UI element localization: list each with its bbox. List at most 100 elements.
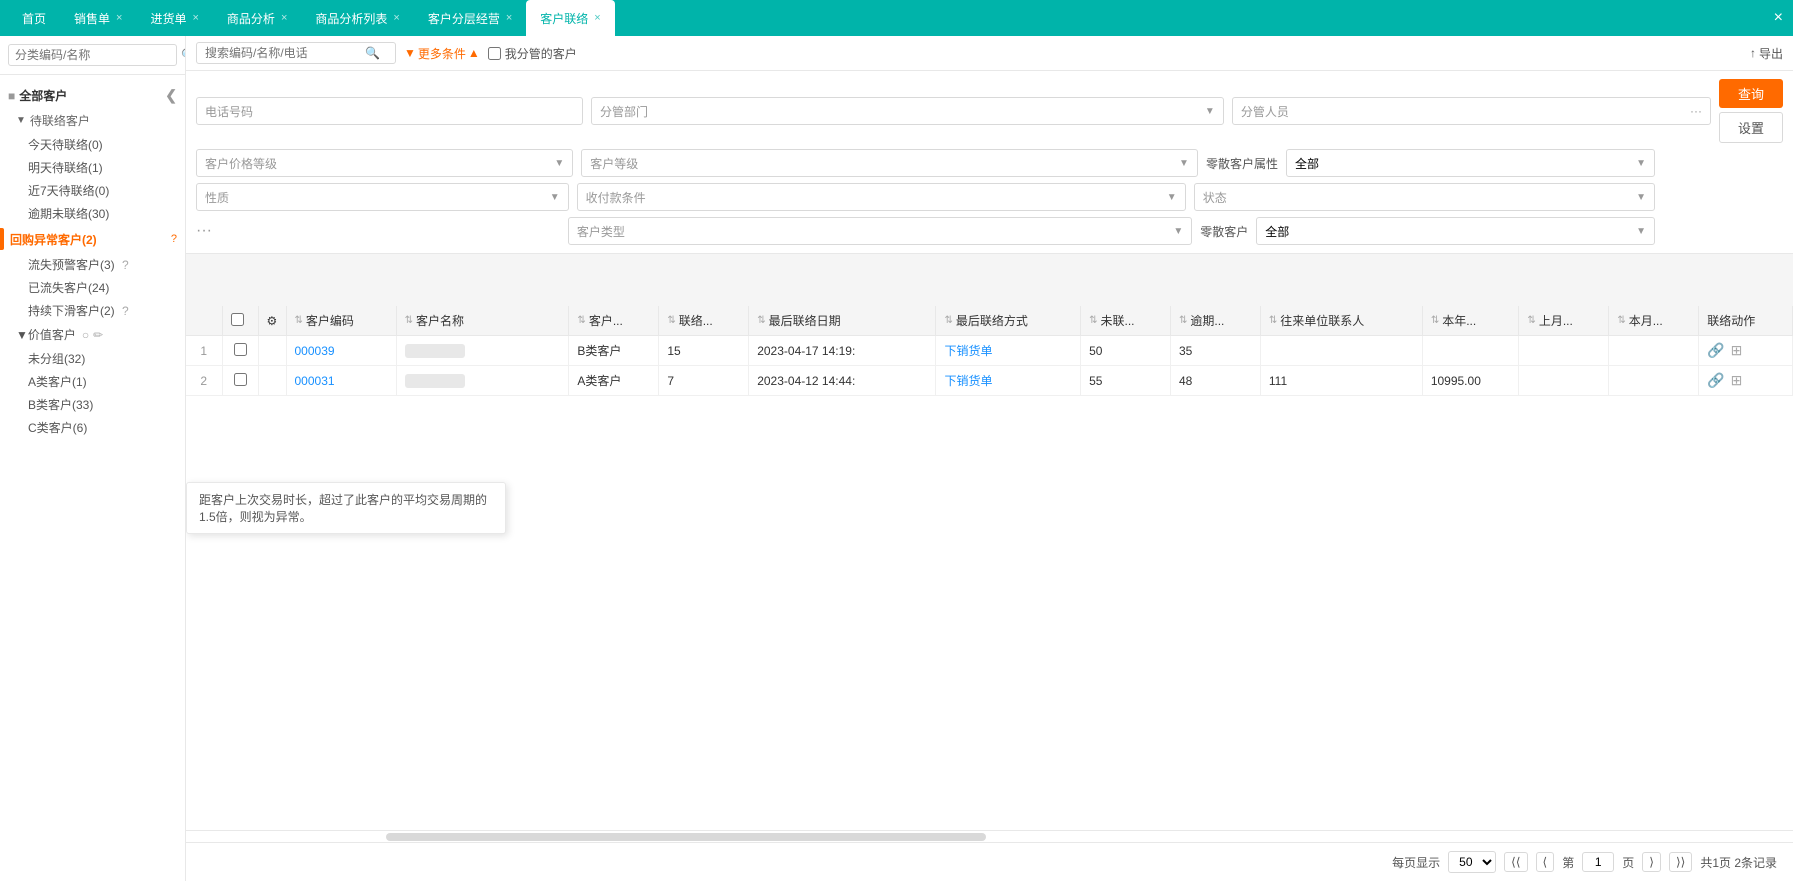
sidebar-decreasing[interactable]: 持续下滑客户(2) ? xyxy=(0,299,185,322)
filter-search-input[interactable] xyxy=(205,46,365,60)
row-2-last-method[interactable]: 下销货单 xyxy=(936,366,1081,396)
status-filter[interactable]: 状态 ▼ xyxy=(1194,183,1655,211)
sidebar-lost-customers[interactable]: 已流失客户(24) xyxy=(0,276,185,299)
my-customer-checkbox-area[interactable]: 我分管的客户 xyxy=(488,45,577,62)
nav-home[interactable]: 首页 xyxy=(8,0,60,36)
sidebar-lost-warning[interactable]: 流失预警客户(3) ? xyxy=(0,253,185,276)
sidebar-item-overdue[interactable]: 逾期未联络(30) xyxy=(0,202,185,225)
my-customer-checkbox[interactable] xyxy=(488,47,501,60)
payment-filter[interactable]: 收付款条件 ▼ xyxy=(577,183,1186,211)
collapse-btn[interactable]: ❮ xyxy=(165,87,177,104)
col-level[interactable]: ⇅ 客户... xyxy=(569,306,659,336)
sidebar-b-class[interactable]: B类客户(33) xyxy=(0,393,185,416)
nav-purchase[interactable]: 进货单 × xyxy=(136,0,212,36)
sidebar-repurchase-abnormal[interactable]: 回购异常客户(2) ? xyxy=(0,225,185,253)
query-button[interactable]: 查询 xyxy=(1719,79,1783,108)
sidebar-item-7days[interactable]: 近7天待联络(0) xyxy=(0,179,185,202)
nav-sales[interactable]: 销售单 × xyxy=(60,0,136,36)
price-level-filter[interactable]: 客户价格等级 ▼ xyxy=(196,149,573,177)
col-not-contacted[interactable]: ⇅ 未联... xyxy=(1081,306,1171,336)
sidebar-search-input[interactable] xyxy=(8,44,177,66)
phone-filter[interactable]: 电话号码 xyxy=(196,97,583,125)
col-contact-count[interactable]: ⇅ 联络... xyxy=(659,306,749,336)
col-name[interactable]: ⇅ 客户名称 xyxy=(396,306,569,336)
nav-analysis-list[interactable]: 商品分析列表 × xyxy=(301,0,413,36)
sidebar-c-class[interactable]: C类客户(6) xyxy=(0,416,185,439)
prev-page-button[interactable]: ⟨ xyxy=(1536,852,1555,872)
row-1-last-method[interactable]: 下销货单 xyxy=(936,336,1081,366)
select-all-checkbox[interactable] xyxy=(231,313,244,326)
row-1-code[interactable]: 000039 xyxy=(286,336,396,366)
row-2-checkbox[interactable] xyxy=(222,366,258,396)
row-2-last-date: 2023-04-12 14:44: xyxy=(749,366,936,396)
col-last-date[interactable]: ⇅ 最后联络日期 xyxy=(749,306,936,336)
export-button[interactable]: ↑ 导出 xyxy=(1750,45,1783,62)
window-close-button[interactable]: × xyxy=(1774,9,1783,27)
row-1-checkbox[interactable] xyxy=(222,336,258,366)
retail-attr-filter[interactable]: 全部 ▼ xyxy=(1286,149,1655,177)
dept-filter[interactable]: 分管部门 ▼ xyxy=(591,97,1224,125)
col-code[interactable]: ⇅ 客户编码 xyxy=(286,306,396,336)
customer-level-filter[interactable]: 客户等级 ▼ xyxy=(581,149,1198,177)
sidebar-all-customers[interactable]: ■ 全部客户 ❮ xyxy=(0,83,185,108)
col-last-method[interactable]: ⇅ 最后联络方式 xyxy=(936,306,1081,336)
nav-analysis[interactable]: 商品分析 × xyxy=(213,0,301,36)
nav-customer-contact[interactable]: 客户联络 × xyxy=(526,0,614,36)
value-edit-icon[interactable]: ✏ xyxy=(93,328,103,342)
col-unit-contact[interactable]: ⇅ 往来单位联系人 xyxy=(1260,306,1422,336)
customer-type-filter[interactable]: 客户类型 ▼ xyxy=(568,217,1192,245)
col-this-year[interactable]: ⇅ 本年... xyxy=(1422,306,1519,336)
horizontal-scrollbar[interactable] xyxy=(186,830,1793,842)
page-number-input[interactable] xyxy=(1582,852,1614,872)
decreasing-help-icon[interactable]: ? xyxy=(122,304,129,318)
col-year-sort-icon: ⇅ xyxy=(1431,315,1439,326)
more-conditions-button[interactable]: ▼ 更多条件 ▲ xyxy=(404,45,480,62)
scrollbar-thumb[interactable] xyxy=(386,833,986,841)
col-level-sort-icon: ⇅ xyxy=(577,315,585,326)
col-last-month[interactable]: ⇅ 上月... xyxy=(1519,306,1609,336)
row-1-not-contacted: 50 xyxy=(1081,336,1171,366)
dept-chevron-icon: ▼ xyxy=(1205,106,1215,117)
nav-customer-tier[interactable]: 客户分层经营 × xyxy=(414,0,526,36)
main-layout: 🔍 ■ 全部客户 ❮ ▼ 待联络客户 今天待联络(0) 明天待联络(1) 近7天… xyxy=(0,36,1793,881)
sidebar-item-today[interactable]: 今天待联络(0) xyxy=(0,133,185,156)
sidebar-value-section[interactable]: ▼ 价值客户 ○ ✏ xyxy=(0,322,185,347)
lost-warning-help-icon[interactable]: ? xyxy=(122,258,129,272)
retail-customer-filter[interactable]: 全部 ▼ xyxy=(1256,217,1655,245)
nav-sales-close[interactable]: × xyxy=(116,12,122,24)
first-page-button[interactable]: ⟨⟨ xyxy=(1504,852,1527,872)
last-page-button[interactable]: ⟩⟩ xyxy=(1669,852,1692,872)
table-settings-icon[interactable]: ⚙ xyxy=(267,314,278,328)
nav-purchase-close[interactable]: × xyxy=(192,12,198,24)
row-2-level: A类客户 xyxy=(569,366,659,396)
col-overdue[interactable]: ⇅ 逾期... xyxy=(1171,306,1261,336)
sidebar-item-tomorrow[interactable]: 明天待联络(1) xyxy=(0,156,185,179)
repurchase-help-icon[interactable]: ? xyxy=(171,233,177,245)
sidebar-ungrouped[interactable]: 未分组(32) xyxy=(0,347,185,370)
nav-analysis-list-close[interactable]: × xyxy=(393,12,399,24)
col-action-label: 联络动作 xyxy=(1707,314,1755,328)
sidebar-a-class[interactable]: A类客户(1) xyxy=(0,370,185,393)
sidebar-pending-section[interactable]: ▼ 待联络客户 xyxy=(0,108,185,133)
value-circle-icon[interactable]: ○ xyxy=(82,328,89,342)
manager-filter[interactable]: 分管人员 ··· xyxy=(1232,97,1711,125)
row-2-check[interactable] xyxy=(234,373,247,386)
nav-customer-contact-close[interactable]: × xyxy=(594,12,600,24)
row-1-link-icon[interactable]: 🔗 xyxy=(1707,342,1724,359)
per-page-select[interactable]: 50 xyxy=(1448,851,1496,873)
col-overdue-sort-icon: ⇅ xyxy=(1179,315,1187,326)
nav-customer-tier-close[interactable]: × xyxy=(506,12,512,24)
col-this-month[interactable]: ⇅ 本月... xyxy=(1609,306,1699,336)
row-2-code[interactable]: 000031 xyxy=(286,366,396,396)
nav-analysis-close[interactable]: × xyxy=(281,12,287,24)
dots-button[interactable]: ··· xyxy=(196,222,212,240)
setting-button[interactable]: 设置 xyxy=(1719,112,1783,143)
gender-filter[interactable]: 性质 ▼ xyxy=(196,183,569,211)
manager-dots[interactable]: ··· xyxy=(1690,104,1702,118)
row-2-grid-icon[interactable]: ⊞ xyxy=(1731,372,1743,389)
row-1-grid-icon[interactable]: ⊞ xyxy=(1731,342,1743,359)
filter-search-icon[interactable]: 🔍 xyxy=(365,46,380,60)
next-page-button[interactable]: ⟩ xyxy=(1642,852,1661,872)
row-2-link-icon[interactable]: 🔗 xyxy=(1707,372,1724,389)
row-1-check[interactable] xyxy=(234,343,247,356)
